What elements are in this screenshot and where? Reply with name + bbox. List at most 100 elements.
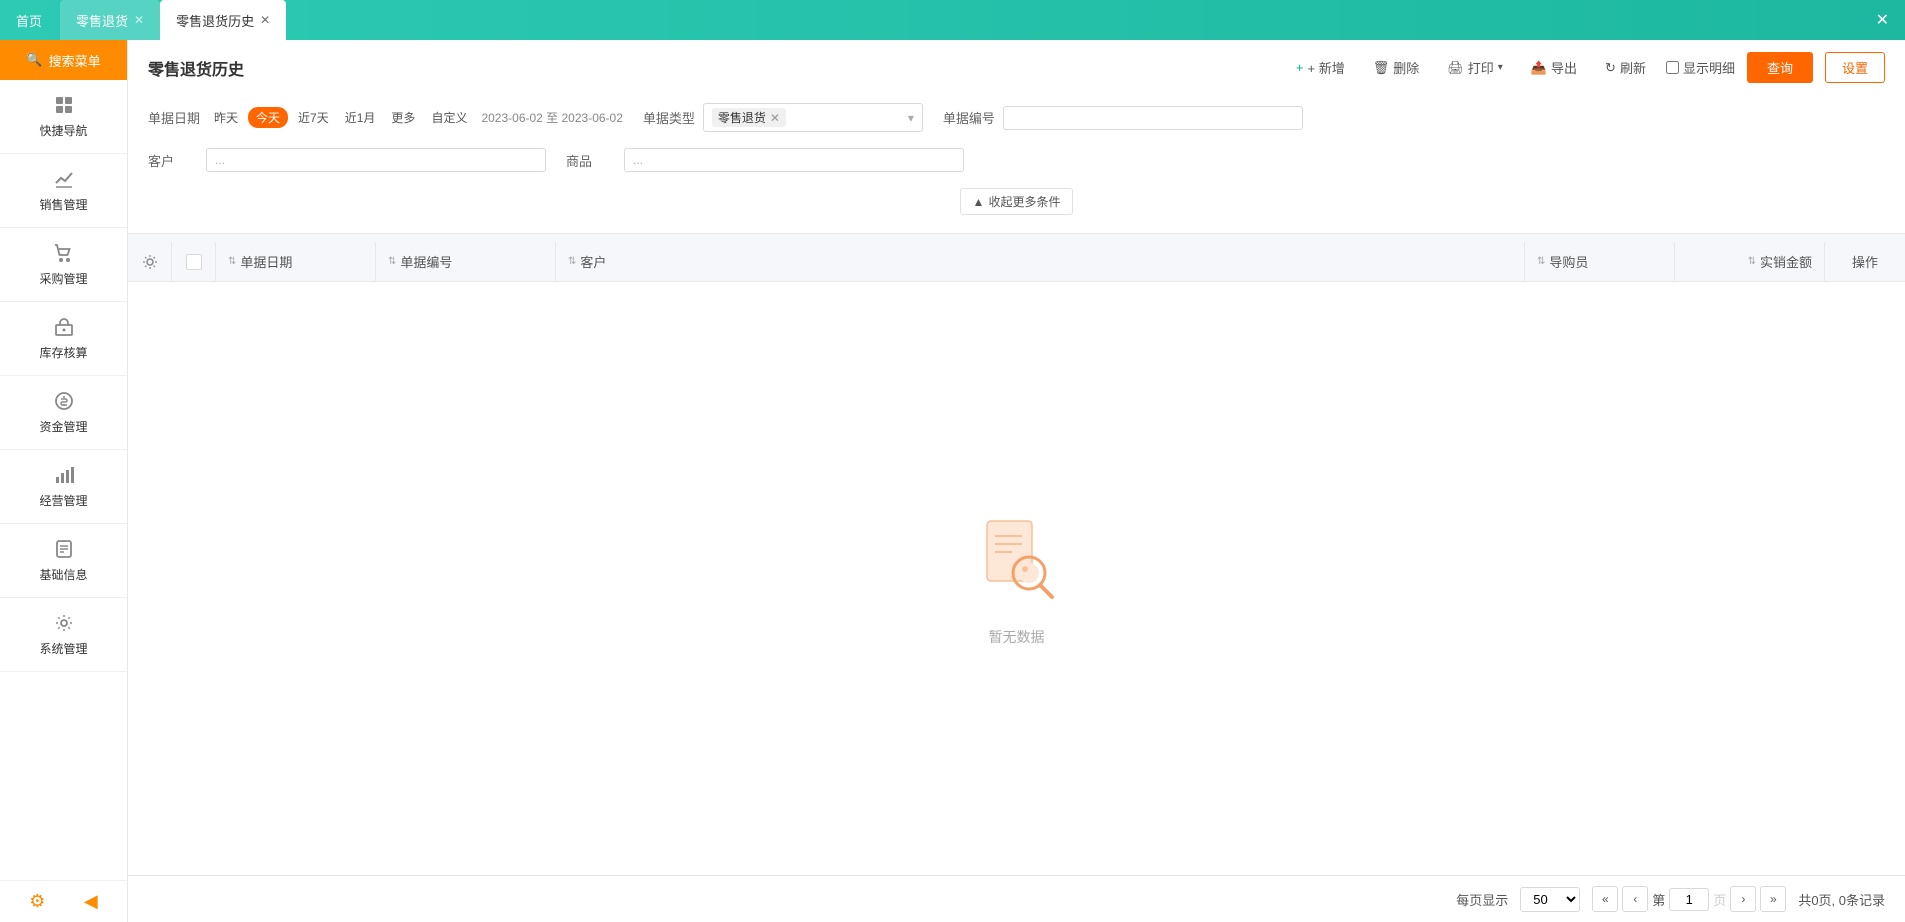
filter-area: 单据日期 昨天 今天 近7天 近1月 更多 自定义 2023-06-02 至 2… — [148, 95, 1885, 233]
page-size-label: 每页显示 — [1456, 890, 1508, 909]
tab-home-label: 首页 — [16, 11, 42, 30]
date-btn-custom[interactable]: 自定义 — [425, 107, 473, 128]
export-button[interactable]: 📤 导出 — [1523, 54, 1585, 81]
finance-icon — [53, 390, 75, 412]
prev-page-button[interactable]: ‹ — [1622, 886, 1648, 912]
sidebar-item-purchase-mgmt[interactable]: 采购管理 — [0, 228, 127, 302]
sidebar: 🔍 搜索菜单 快捷导航 销售管理 采购管理 库存核算 — [0, 40, 128, 922]
print-label: 打印 — [1468, 58, 1494, 77]
th-amount[interactable]: ⇅ 实销金额 — [1675, 242, 1825, 281]
delete-button[interactable]: 🗑 删除 — [1365, 54, 1428, 81]
th-num-label: 单据编号 — [400, 252, 452, 271]
last-page-button[interactable]: » — [1760, 886, 1786, 912]
th-customer[interactable]: ⇅ 客户 — [556, 242, 1525, 281]
sidebar-item-sales-mgmt[interactable]: 销售管理 — [0, 154, 127, 228]
type-tag-close-icon[interactable]: ✕ — [770, 111, 780, 125]
date-btn-yesterday[interactable]: 昨天 — [208, 107, 244, 128]
settings-bottom-icon[interactable]: ⚙ — [29, 891, 45, 912]
sidebar-item-operations-label: 经营管理 — [39, 492, 87, 509]
type-filter-label: 单据类型 — [643, 108, 695, 127]
close-retail-return-icon[interactable]: ✕ — [134, 13, 144, 27]
display-switch[interactable]: 显示明细 — [1666, 58, 1735, 77]
type-filter-select[interactable]: 零售退货 ✕ ▾ — [703, 103, 923, 132]
voucher-filter-input[interactable] — [1003, 106, 1303, 130]
filter-row-3: ▲ 收起更多条件 — [148, 180, 1885, 223]
tab-home[interactable]: 首页 — [0, 0, 58, 40]
th-check[interactable] — [172, 242, 216, 281]
page-header: 零售退货历史 + + 新增 🗑 删除 🖨 打印 ▾ — [128, 40, 1905, 234]
empty-illustration — [967, 511, 1067, 611]
customer-filter-label: 客户 — [148, 151, 198, 170]
date-range-display: 2023-06-02 至 2023-06-02 — [481, 109, 622, 126]
sidebar-item-purchase-mgmt-label: 采购管理 — [39, 270, 87, 287]
date-btn-7days[interactable]: 近7天 — [292, 107, 335, 128]
th-amount-label: 实销金额 — [1760, 252, 1812, 271]
sidebar-item-finance-label: 资金管理 — [39, 418, 87, 435]
page-header-top: 零售退货历史 + + 新增 🗑 删除 🖨 打印 ▾ — [148, 52, 1885, 83]
goods-filter-group: 商品 ... — [566, 148, 964, 172]
tab-retail-return-history[interactable]: 零售退货历史 ✕ — [160, 0, 286, 40]
th-action-label: 操作 — [1852, 252, 1878, 271]
date-buttons: 昨天 今天 近7天 近1月 更多 自定义 — [208, 107, 473, 128]
type-chevron-icon: ▾ — [908, 111, 914, 125]
sidebar-search[interactable]: 🔍 搜索菜单 — [0, 40, 127, 80]
sidebar-item-quick-nav[interactable]: 快捷导航 — [0, 80, 127, 154]
header-checkbox[interactable] — [186, 254, 202, 270]
display-checkbox[interactable] — [1666, 61, 1679, 74]
system-icon — [53, 612, 75, 634]
top-bar-close[interactable]: ✕ — [1876, 10, 1905, 30]
refresh-button[interactable]: ↻ 刷新 — [1597, 54, 1654, 81]
sidebar-item-system[interactable]: 系统管理 — [0, 598, 127, 672]
search-icon: 🔍 — [26, 52, 42, 68]
th-date[interactable]: ⇅ 单据日期 — [216, 242, 376, 281]
type-tag-value: 零售退货 — [718, 109, 766, 126]
tab-retail-return[interactable]: 零售退货 ✕ — [60, 0, 160, 40]
print-button[interactable]: 🖨 打印 ▾ — [1439, 54, 1511, 81]
th-guide[interactable]: ⇅ 导购员 — [1525, 242, 1675, 281]
th-date-sort-icon: ⇅ — [228, 256, 236, 267]
sidebar-item-quick-nav-label: 快捷导航 — [39, 122, 87, 139]
query-button[interactable]: 查询 — [1747, 52, 1813, 83]
refresh-label: 刷新 — [1620, 58, 1646, 77]
collapse-up-icon: ▲ — [973, 195, 985, 209]
sidebar-search-label: 搜索菜单 — [49, 51, 101, 70]
sidebar-item-finance[interactable]: 资金管理 — [0, 376, 127, 450]
page-input[interactable] — [1669, 888, 1709, 911]
goods-filter-select[interactable]: ... — [624, 148, 964, 172]
quick-nav-icon — [53, 94, 75, 116]
sidebar-item-basic-info-label: 基础信息 — [39, 566, 87, 583]
inventory-icon — [53, 316, 75, 338]
tab-retail-return-label: 零售退货 — [76, 11, 128, 30]
sidebar-item-operations[interactable]: 经营管理 — [0, 450, 127, 524]
sidebar-item-basic-info[interactable]: 基础信息 — [0, 524, 127, 598]
first-page-button[interactable]: « — [1592, 886, 1618, 912]
date-btn-1month[interactable]: 近1月 — [339, 107, 382, 128]
sidebar-item-sales-mgmt-label: 销售管理 — [39, 196, 87, 213]
th-guide-label: 导购员 — [1549, 252, 1588, 271]
type-tag: 零售退货 ✕ — [712, 108, 786, 127]
new-label: + 新增 — [1308, 58, 1345, 77]
th-num[interactable]: ⇅ 单据编号 — [376, 242, 556, 281]
refresh-icon: ↻ — [1605, 60, 1616, 76]
page-size-select[interactable]: 50 10 20 100 — [1520, 887, 1580, 912]
th-date-label: 单据日期 — [240, 252, 292, 271]
pagination-bar: 每页显示 50 10 20 100 « ‹ 第 页 › » 共0页, 0条记录 — [128, 875, 1905, 922]
settings-button[interactable]: 设置 — [1825, 52, 1885, 83]
date-btn-today[interactable]: 今天 — [248, 107, 288, 128]
collapse-button[interactable]: ▲ 收起更多条件 — [960, 188, 1074, 215]
close-history-icon[interactable]: ✕ — [260, 13, 270, 27]
sidebar-item-inventory[interactable]: 库存核算 — [0, 302, 127, 376]
th-settings[interactable] — [128, 242, 172, 281]
next-page-button[interactable]: › — [1730, 886, 1756, 912]
date-btn-more[interactable]: 更多 — [385, 107, 421, 128]
new-button[interactable]: + + 新增 — [1288, 54, 1353, 81]
table-header: ⇅ 单据日期 ⇅ 单据编号 ⇅ 客户 ⇅ 导购员 ⇅ 实销金额 — [128, 242, 1905, 282]
operations-icon — [53, 464, 75, 486]
sidebar-item-inventory-label: 库存核算 — [39, 344, 87, 361]
toolbar: + + 新增 🗑 删除 🖨 打印 ▾ 📤 导出 — [1288, 52, 1885, 83]
delete-icon: 🗑 — [1373, 60, 1390, 76]
customer-filter-select[interactable]: ... — [206, 148, 546, 172]
collapse-sidebar-icon[interactable]: ◀ — [84, 891, 98, 912]
page-title: 零售退货历史 — [148, 56, 244, 80]
voucher-filter-label: 单据编号 — [943, 108, 995, 127]
